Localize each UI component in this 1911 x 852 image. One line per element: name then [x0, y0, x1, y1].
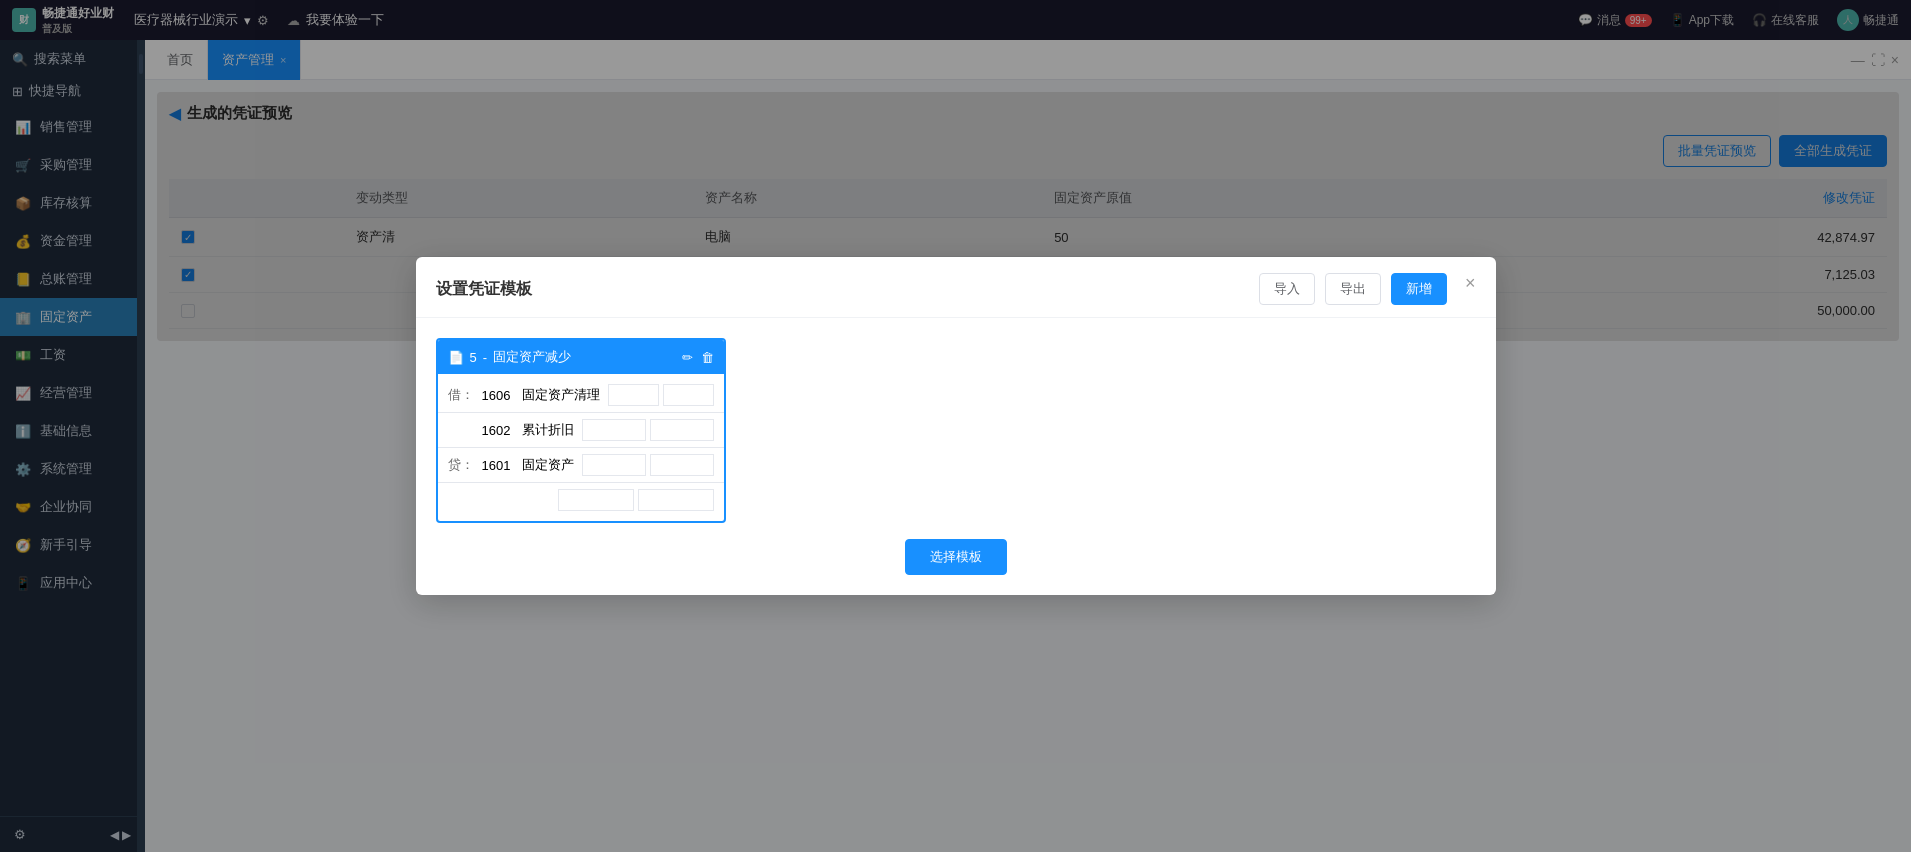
modal-close-btn[interactable]: ×: [1465, 273, 1476, 305]
account-name-1: 固定资产清理: [522, 386, 600, 404]
debit-label-1: 借：: [448, 386, 478, 404]
import-btn[interactable]: 导入: [1259, 273, 1315, 305]
template-separator: -: [483, 350, 487, 365]
empty-debit: [558, 489, 634, 511]
account-name-3: 固定资产: [522, 456, 574, 474]
debit-label-2: [448, 421, 478, 439]
credit-amount-2: [650, 419, 714, 441]
debit-amount-1: [608, 384, 659, 406]
template-card-header: 📄 5 - 固定资产减少 ✏ 🗑: [438, 340, 724, 374]
modal-body: 📄 5 - 固定资产减少 ✏ 🗑 借： 1606 固定资产: [416, 318, 1496, 595]
modal-header: 设置凭证模板 导入 导出 新增 ×: [416, 257, 1496, 318]
modal-title: 设置凭证模板: [436, 279, 532, 300]
voucher-template-modal: 设置凭证模板 导入 导出 新增 × 📄 5 - 固定资产减少: [416, 257, 1496, 595]
account-code-3: 1601: [482, 458, 518, 473]
template-name: 固定资产减少: [493, 348, 571, 366]
template-row: 1602 累计折旧: [438, 413, 724, 448]
template-doc-icon: 📄: [448, 350, 464, 365]
template-row-empty: [438, 483, 724, 517]
account-code-1: 1606: [482, 388, 518, 403]
account-code-2: 1602: [482, 423, 518, 438]
export-btn[interactable]: 导出: [1325, 273, 1381, 305]
modal-header-actions: 导入 导出 新增 ×: [1259, 273, 1476, 305]
empty-credit: [638, 489, 714, 511]
template-body: 借： 1606 固定资产清理 1602 累计折旧: [438, 374, 724, 521]
credit-label-1: 贷：: [448, 456, 478, 474]
template-id: 5: [470, 350, 477, 365]
edit-template-icon[interactable]: ✏: [682, 350, 693, 365]
credit-amount-1: [663, 384, 714, 406]
template-card: 📄 5 - 固定资产减少 ✏ 🗑 借： 1606 固定资产: [436, 338, 726, 523]
debit-amount-2: [582, 419, 646, 441]
modal-overlay: 设置凭证模板 导入 导出 新增 × 📄 5 - 固定资产减少: [0, 0, 1911, 852]
select-template-area: 选择模板: [436, 539, 1476, 575]
debit-amount-3: [582, 454, 646, 476]
account-name-2: 累计折旧: [522, 421, 574, 439]
template-row: 贷： 1601 固定资产: [438, 448, 724, 483]
delete-template-icon[interactable]: 🗑: [701, 350, 714, 365]
credit-amount-3: [650, 454, 714, 476]
template-row: 借： 1606 固定资产清理: [438, 378, 724, 413]
new-btn[interactable]: 新增: [1391, 273, 1447, 305]
template-card-header-actions: ✏ 🗑: [682, 350, 714, 365]
select-template-btn[interactable]: 选择模板: [905, 539, 1007, 575]
